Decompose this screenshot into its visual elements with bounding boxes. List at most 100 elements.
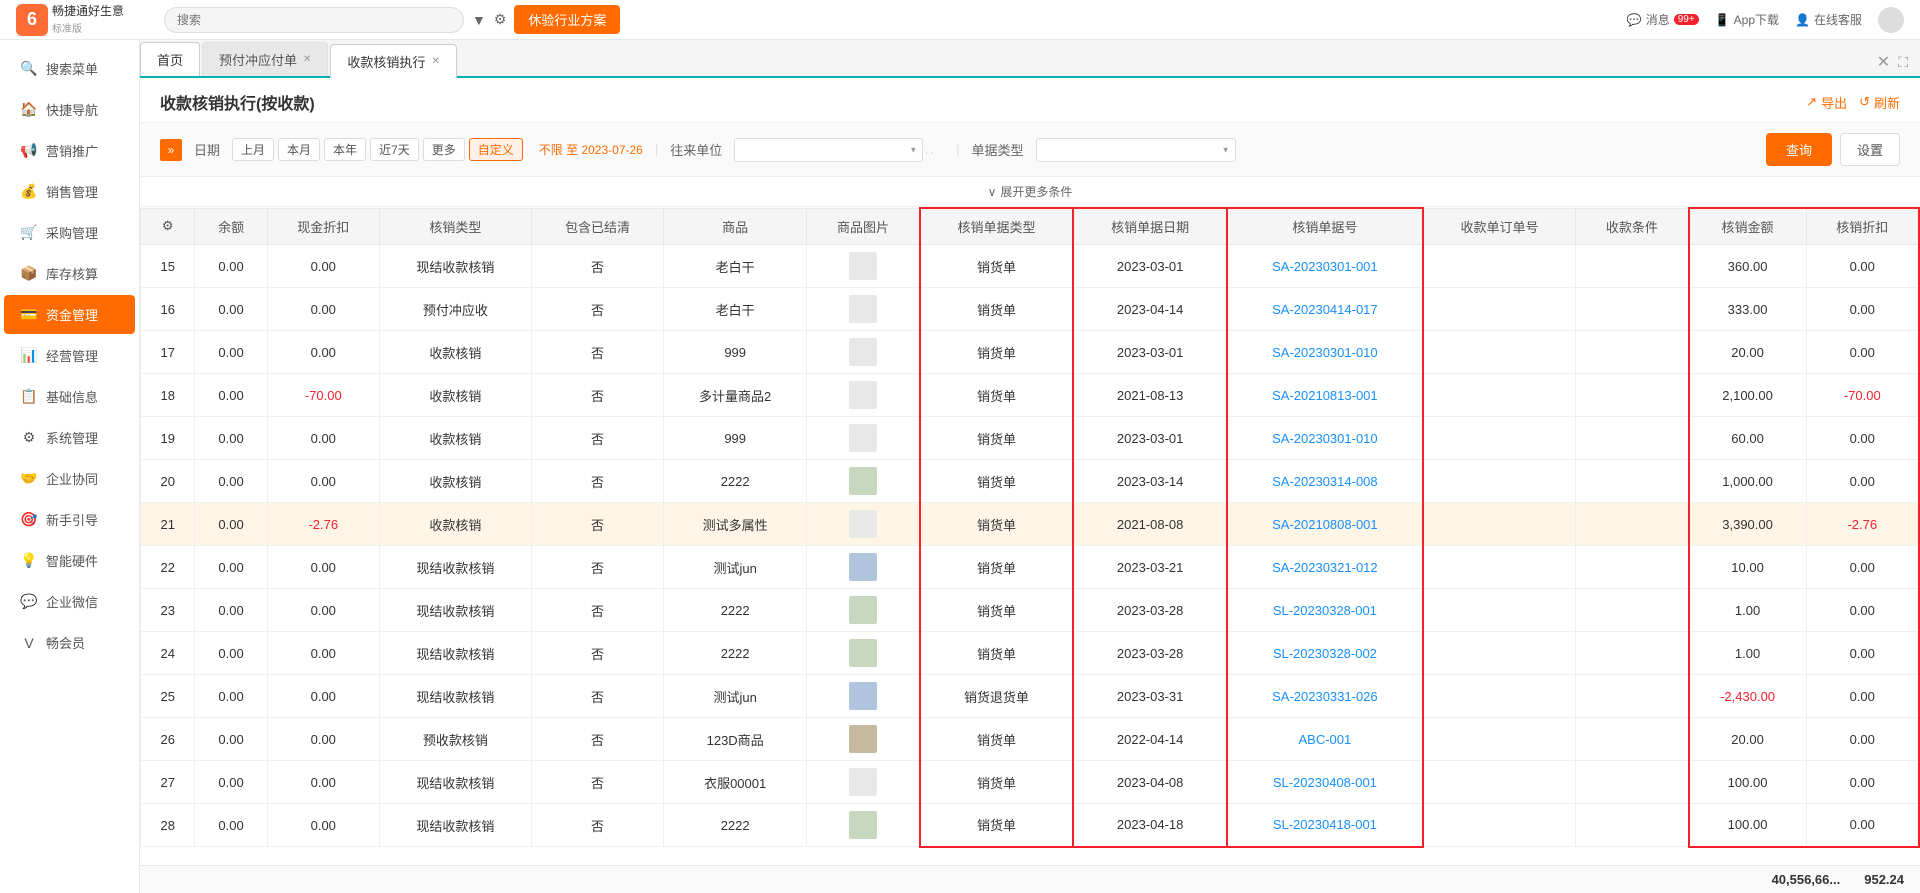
- refresh-button[interactable]: ↺ 刷新: [1859, 93, 1900, 112]
- verify-doc-no-link[interactable]: SA-20210813-001: [1272, 388, 1378, 403]
- verify-amount-cell: 333.00: [1689, 288, 1806, 331]
- balance-cell: 0.00: [195, 761, 267, 804]
- sales-icon: 💰: [20, 183, 38, 200]
- sidebar-label-operations: 经营管理: [46, 346, 98, 365]
- doc-type-select[interactable]: [1036, 138, 1236, 162]
- verify-doc-no-link[interactable]: SA-20230301-001: [1272, 259, 1378, 274]
- date-custom-btn[interactable]: 自定义: [469, 138, 523, 161]
- receipt-condition-cell: [1576, 546, 1689, 589]
- verify-doc-no-link[interactable]: SA-20230301-010: [1272, 345, 1378, 360]
- verify-doc-no-link[interactable]: SA-20230301-010: [1272, 431, 1378, 446]
- row-num-cell: 15: [141, 245, 195, 288]
- sidebar-item-purchase[interactable]: 🛒 采购管理: [4, 213, 135, 252]
- export-icon: ↗: [1806, 94, 1817, 110]
- guide-icon: 🎯: [20, 511, 38, 528]
- industry-solution-button[interactable]: 休验行业方案: [514, 5, 620, 34]
- export-button[interactable]: ↗ 导出: [1806, 93, 1847, 112]
- date-last-month-btn[interactable]: 上月: [232, 138, 274, 161]
- user-avatar[interactable]: [1878, 7, 1904, 33]
- balance-cell: 0.00: [195, 417, 267, 460]
- query-button[interactable]: 查询: [1766, 133, 1832, 166]
- receipt-condition-cell: [1576, 288, 1689, 331]
- table-row: 190.000.00收款核销否999销货单2023-03-01SA-202303…: [141, 417, 1920, 460]
- expand-more-bar[interactable]: ∨ 展开更多条件: [140, 177, 1920, 207]
- tab-prepay-close[interactable]: ✕: [303, 55, 311, 65]
- sidebar-item-search[interactable]: 🔍 搜索菜单: [4, 49, 135, 88]
- brand-info: 畅捷通好生意 标准版: [52, 4, 124, 35]
- verify-doc-no-link[interactable]: SA-20230414-017: [1272, 302, 1378, 317]
- verify-type-cell: 收款核销: [379, 374, 531, 417]
- partner-input-wrap: [734, 138, 923, 162]
- table-row: 230.000.00现结收款核销否2222销货单2023-03-28SL-202…: [141, 589, 1920, 632]
- sidebar-label-guide: 新手引导: [46, 510, 98, 529]
- verify-doc-no-link[interactable]: SL-20230418-001: [1273, 817, 1377, 832]
- sidebar-item-marketing[interactable]: 📢 营销推广: [4, 131, 135, 170]
- date-this-month-btn[interactable]: 本月: [278, 138, 320, 161]
- verify-amount-cell: 20.00: [1689, 331, 1806, 374]
- receipt-condition-cell: [1576, 374, 1689, 417]
- sidebar-item-system[interactable]: ⚙ 系统管理: [4, 418, 135, 457]
- verify-doc-no-link[interactable]: SA-20230331-026: [1272, 689, 1378, 704]
- verify-doc-no-link[interactable]: SL-20230328-001: [1273, 603, 1377, 618]
- verify-doc-no-link[interactable]: SA-20210808-001: [1272, 517, 1378, 532]
- app-download-action[interactable]: 📱 App下载: [1715, 11, 1779, 28]
- receipt-order-no-cell: [1423, 632, 1576, 675]
- sidebar-item-basic[interactable]: 📋 基础信息: [4, 377, 135, 416]
- verify-amount-cell: 60.00: [1689, 417, 1806, 460]
- top-search-input[interactable]: [164, 7, 464, 33]
- doc-type-filter-label: 单据类型: [971, 140, 1023, 159]
- row-num-cell: 21: [141, 503, 195, 546]
- sidebar-item-wechat[interactable]: 💬 企业微信: [4, 582, 135, 621]
- tab-prepay[interactable]: 预付冲应付单 ✕: [202, 42, 328, 76]
- verify-doc-type-cell: 销货单: [920, 331, 1074, 374]
- verify-doc-date-cell: 2021-08-08: [1073, 503, 1227, 546]
- table-row: 170.000.00收款核销否999销货单2023-03-01SA-202303…: [141, 331, 1920, 374]
- main-table: ⚙ 余额 现金折扣 核销类型 包含已结清 商品 商品图片 核销单据类型 核销单据…: [140, 207, 1920, 848]
- filter-toggle-button[interactable]: »: [160, 139, 182, 161]
- date-more-btn[interactable]: 更多: [423, 138, 465, 161]
- setting-button[interactable]: 设置: [1840, 133, 1900, 166]
- tab-verify[interactable]: 收款核销执行 ✕: [330, 44, 456, 78]
- verify-discount-cell: -70.00: [1806, 374, 1919, 417]
- table-container: ⚙ 余额 现金折扣 核销类型 包含已结清 商品 商品图片 核销单据类型 核销单据…: [140, 207, 1920, 865]
- cash-discount-cell: -2.76: [267, 503, 379, 546]
- date-this-year-btn[interactable]: 本年: [324, 138, 366, 161]
- page-content: 收款核销执行(按收款) ↗ 导出 ↺ 刷新 » 日期 上月: [140, 78, 1920, 893]
- sidebar-item-inventory[interactable]: 📦 库存核算: [4, 254, 135, 293]
- verify-doc-date-cell: 2023-03-31: [1073, 675, 1227, 718]
- message-action[interactable]: 💬 消息 99+: [1627, 11, 1699, 28]
- verify-doc-no-link[interactable]: SL-20230408-001: [1273, 775, 1377, 790]
- tab-close-window-icon[interactable]: ✕: [1877, 52, 1890, 72]
- verify-amount-cell: 10.00: [1689, 546, 1806, 589]
- sidebar-item-finance[interactable]: 💳 资金管理: [4, 295, 135, 334]
- tab-home[interactable]: 首页: [140, 42, 200, 76]
- tab-maximize-icon[interactable]: ⛶: [1898, 54, 1908, 71]
- verify-doc-no-cell: SL-20230408-001: [1227, 761, 1423, 804]
- sidebar-item-nav[interactable]: 🏠 快捷导航: [4, 90, 135, 129]
- include-settled-cell: 否: [531, 331, 663, 374]
- verify-doc-no-link[interactable]: SA-20230314-008: [1272, 474, 1378, 489]
- search-dropdown-icon[interactable]: ▼: [472, 12, 486, 28]
- goods-cell: 测试多属性: [664, 503, 807, 546]
- goods-image-cell: [807, 632, 920, 675]
- goods-cell: 衣服00001: [664, 761, 807, 804]
- date-last-7days-btn[interactable]: 近7天: [370, 138, 419, 161]
- sidebar-item-hardware[interactable]: 💡 智能硬件: [4, 541, 135, 580]
- sidebar-item-sales[interactable]: 💰 销售管理: [4, 172, 135, 211]
- goods-image-cell: [807, 503, 920, 546]
- sidebar-item-member[interactable]: V 畅会员: [4, 623, 135, 662]
- sidebar-item-guide[interactable]: 🎯 新手引导: [4, 500, 135, 539]
- sidebar-item-collab[interactable]: 🤝 企业协同: [4, 459, 135, 498]
- brand: 6 畅捷通好生意 标准版: [16, 4, 156, 36]
- verify-doc-no-link[interactable]: ABC-001: [1299, 732, 1352, 747]
- partner-input[interactable]: [734, 138, 923, 162]
- verify-doc-no-link[interactable]: SL-20230328-002: [1273, 646, 1377, 661]
- sidebar-item-operations[interactable]: 📊 经营管理: [4, 336, 135, 375]
- col-gear[interactable]: ⚙: [141, 208, 195, 245]
- tab-verify-close[interactable]: ✕: [431, 57, 439, 67]
- page-title: 收款核销执行(按收款): [160, 90, 315, 114]
- verify-doc-no-link[interactable]: SA-20230321-012: [1272, 560, 1378, 575]
- settings-icon[interactable]: ⚙: [494, 11, 507, 28]
- online-service-action[interactable]: 👤 在线客服: [1795, 11, 1862, 28]
- footer-total-amount: 40,556,66...: [1772, 872, 1841, 887]
